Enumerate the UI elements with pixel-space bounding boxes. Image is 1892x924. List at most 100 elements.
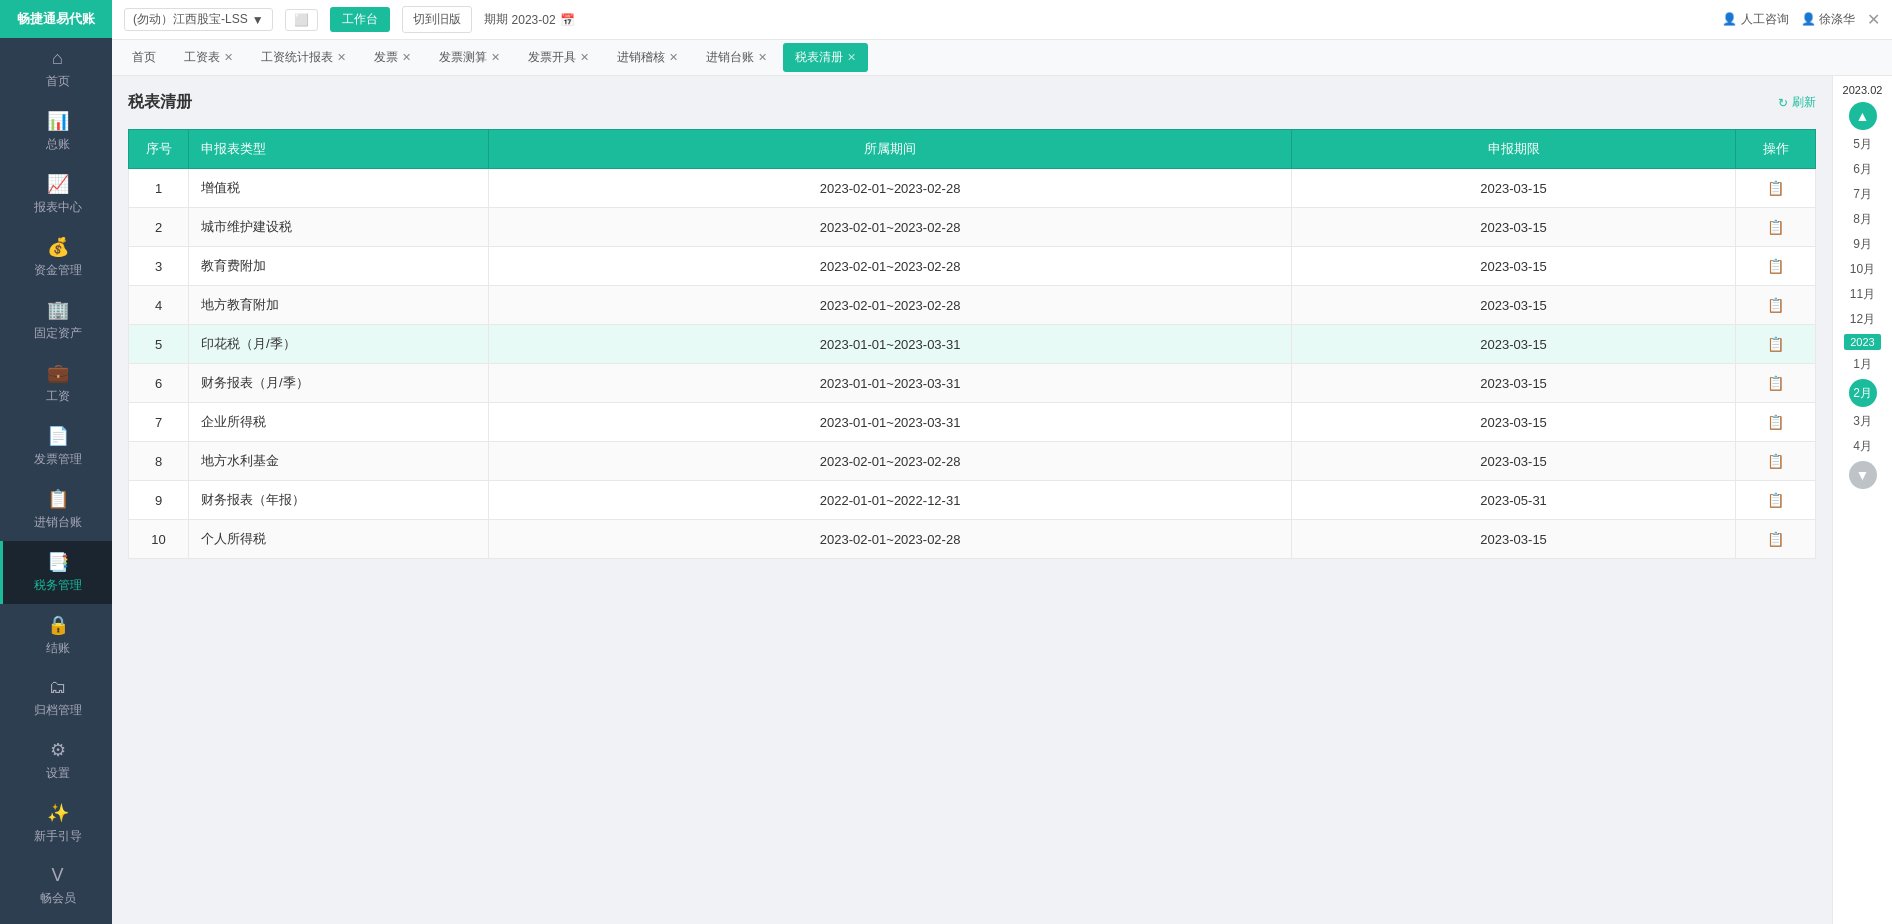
tab-invoice-open[interactable]: 发票开具 ✕ (516, 43, 601, 72)
cell-deadline: 2023-03-15 (1292, 520, 1736, 559)
action-icon[interactable]: 📋 (1767, 180, 1784, 196)
sidebar-item-vip[interactable]: V 畅会员 (0, 855, 112, 917)
sidebar-item-fund[interactable]: 💰 资金管理 (0, 226, 112, 289)
sidebar-item-archive[interactable]: 🗂 归档管理 (0, 667, 112, 729)
action-icon[interactable]: 📋 (1767, 219, 1784, 235)
tab-tax-list[interactable]: 税表清册 ✕ (783, 43, 868, 72)
dropdown-icon: ▼ (252, 13, 264, 27)
sidebar-item-label: 税务管理 (34, 577, 82, 594)
cell-deadline: 2023-03-15 (1292, 208, 1736, 247)
tab-close-icon[interactable]: ✕ (847, 51, 856, 64)
tab-close-icon[interactable]: ✕ (224, 51, 233, 64)
sidebar-item-inout[interactable]: 📋 进销台账 (0, 478, 112, 541)
sidebar-item-settings[interactable]: ⚙ 设置 (0, 729, 112, 792)
switch-old-button[interactable]: 切到旧版 (402, 6, 472, 33)
table-row: 9 财务报表（年报） 2022-01-01~2022-12-31 2023-05… (129, 481, 1816, 520)
period-item-7[interactable]: 7月 (1833, 182, 1892, 207)
tabbar: 首页 工资表 ✕ 工资统计报表 ✕ 发票 ✕ 发票测算 ✕ 发票开具 ✕ 进销稽… (112, 40, 1892, 76)
tab-close-icon[interactable]: ✕ (669, 51, 678, 64)
period-item-11[interactable]: 11月 (1833, 282, 1892, 307)
workbench-button[interactable]: 工作台 (330, 7, 390, 32)
sidebar-item-asset[interactable]: 🏢 固定资产 (0, 289, 112, 352)
cell-period: 2023-02-01~2023-02-28 (489, 442, 1292, 481)
period-item-12[interactable]: 12月 (1833, 307, 1892, 332)
period-item-4[interactable]: 4月 (1833, 434, 1892, 459)
cell-deadline: 2023-03-15 (1292, 442, 1736, 481)
tab-close-icon[interactable]: ✕ (758, 51, 767, 64)
sidebar-item-home[interactable]: ⌂ 首页 (0, 38, 112, 100)
cell-action[interactable]: 📋 (1736, 325, 1816, 364)
cell-action[interactable]: 📋 (1736, 208, 1816, 247)
cell-action[interactable]: 📋 (1736, 520, 1816, 559)
tab-label: 发票开具 (528, 49, 576, 66)
period-item-9[interactable]: 9月 (1833, 232, 1892, 257)
tab-close-icon[interactable]: ✕ (491, 51, 500, 64)
action-icon[interactable]: 📋 (1767, 258, 1784, 274)
cell-action[interactable]: 📋 (1736, 481, 1816, 520)
calendar-icon[interactable]: 📅 (560, 13, 575, 27)
page-header: 税表清册 ↻ 刷新 (128, 92, 1816, 113)
cell-action[interactable]: 📋 (1736, 403, 1816, 442)
cell-period: 2023-01-01~2023-03-31 (489, 325, 1292, 364)
action-icon[interactable]: 📋 (1767, 297, 1784, 313)
sidebar-item-invoice[interactable]: 📄 发票管理 (0, 415, 112, 478)
tab-inout-ledger[interactable]: 进销台账 ✕ (694, 43, 779, 72)
period-up-button[interactable]: ▲ (1849, 102, 1877, 130)
sidebar-item-guide[interactable]: ✨ 新手引导 (0, 792, 112, 855)
action-icon[interactable]: 📋 (1767, 375, 1784, 391)
period-item-8[interactable]: 8月 (1833, 207, 1892, 232)
topbar: (勿动）江西股宝-LSS ▼ ⬜ 工作台 切到旧版 期期 2023-02 📅 👤… (112, 0, 1892, 40)
action-icon[interactable]: 📋 (1767, 453, 1784, 469)
action-icon[interactable]: 📋 (1767, 492, 1784, 508)
tab-invoice[interactable]: 发票 ✕ (362, 43, 423, 72)
period-item-5[interactable]: 5月 (1833, 132, 1892, 157)
cell-action[interactable]: 📋 (1736, 364, 1816, 403)
tab-close-icon[interactable]: ✕ (580, 51, 589, 64)
sidebar-item-report[interactable]: 📈 报表中心 (0, 163, 112, 226)
cell-action[interactable]: 📋 (1736, 442, 1816, 481)
sidebar-item-closing[interactable]: 🔒 结账 (0, 604, 112, 667)
period-down-button[interactable]: ▼ (1849, 461, 1877, 489)
tab-inout-check[interactable]: 进销稽核 ✕ (605, 43, 690, 72)
period-item-10[interactable]: 10月 (1833, 257, 1892, 282)
tab-home[interactable]: 首页 (120, 43, 168, 72)
cell-period: 2023-02-01~2023-02-28 (489, 520, 1292, 559)
tab-label: 工资统计报表 (261, 49, 333, 66)
copy-button[interactable]: ⬜ (285, 9, 318, 31)
cell-index: 4 (129, 286, 189, 325)
tab-salary-report[interactable]: 工资统计报表 ✕ (249, 43, 358, 72)
cell-period: 2023-02-01~2023-02-28 (489, 169, 1292, 208)
cell-type: 地方水利基金 (189, 442, 489, 481)
sidebar-item-ledger[interactable]: 📊 总账 (0, 100, 112, 163)
page-title: 税表清册 (128, 92, 192, 113)
period-value: 2023-02 (512, 13, 556, 27)
user-menu[interactable]: 👤 徐涤华 (1801, 11, 1855, 28)
ai-consult[interactable]: 👤 人工咨询 (1722, 11, 1788, 28)
company-name: (勿动）江西股宝-LSS (133, 11, 248, 28)
period-item-1[interactable]: 1月 (1833, 352, 1892, 377)
cell-action[interactable]: 📋 (1736, 169, 1816, 208)
action-icon[interactable]: 📋 (1767, 414, 1784, 430)
period-item-3[interactable]: 3月 (1833, 409, 1892, 434)
tab-salary[interactable]: 工资表 ✕ (172, 43, 245, 72)
tab-invoice-calc[interactable]: 发票测算 ✕ (427, 43, 512, 72)
tab-close-icon[interactable]: ✕ (402, 51, 411, 64)
salary-icon: 💼 (47, 362, 69, 384)
tab-label: 进销台账 (706, 49, 754, 66)
cell-action[interactable]: 📋 (1736, 286, 1816, 325)
period-item-2[interactable]: 2月 (1849, 379, 1877, 407)
cell-index: 10 (129, 520, 189, 559)
period-item-6[interactable]: 6月 (1833, 157, 1892, 182)
action-icon[interactable]: 📋 (1767, 336, 1784, 352)
company-selector[interactable]: (勿动）江西股宝-LSS ▼ (124, 8, 273, 31)
cell-action[interactable]: 📋 (1736, 247, 1816, 286)
sidebar-item-tax[interactable]: 📑 税务管理 (0, 541, 112, 604)
col-header-deadline: 申报期限 (1292, 130, 1736, 169)
sidebar-item-salary[interactable]: 💼 工资 (0, 352, 112, 415)
topbar-close-button[interactable]: ✕ (1867, 10, 1880, 29)
tab-close-icon[interactable]: ✕ (337, 51, 346, 64)
unpin-button[interactable]: 📌 取消固定 (0, 917, 112, 924)
refresh-button[interactable]: ↻ 刷新 (1778, 94, 1816, 111)
action-icon[interactable]: 📋 (1767, 531, 1784, 547)
cell-index: 2 (129, 208, 189, 247)
